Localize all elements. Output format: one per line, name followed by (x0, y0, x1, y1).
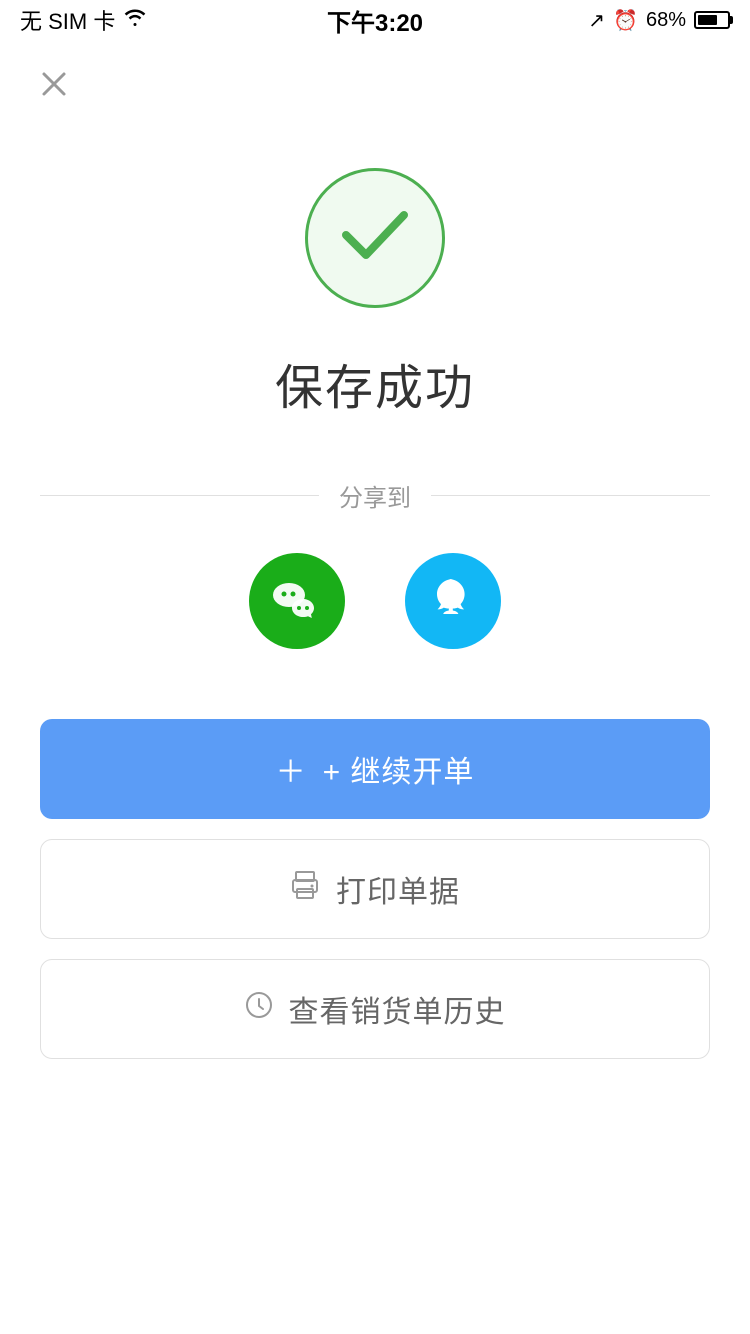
qq-icon (425, 573, 481, 629)
share-qq-button[interactable] (405, 553, 501, 649)
wechat-icon (267, 571, 327, 631)
print-label: 打印单据 (336, 867, 460, 911)
location-icon: ↗ (588, 8, 605, 33)
main-content: 保存成功 分享到 (0, 128, 750, 1334)
battery-percent: 68% (646, 9, 686, 32)
share-buttons (40, 553, 710, 649)
status-time: 下午3:20 (327, 3, 423, 38)
share-label: 分享到 (339, 478, 411, 513)
wifi-icon (123, 7, 147, 33)
history-label: 查看销货单历史 (289, 987, 506, 1031)
success-title: 保存成功 (275, 348, 475, 418)
nav-bar (0, 40, 750, 128)
share-wechat-button[interactable] (249, 553, 345, 649)
status-left: 无 SIM 卡 (20, 4, 147, 36)
carrier-text: 无 SIM 卡 (20, 4, 115, 36)
print-icon (290, 871, 320, 907)
print-button[interactable]: 打印单据 (40, 839, 710, 939)
status-bar: 无 SIM 卡 下午3:20 ↗ ⏰ 68% (0, 0, 750, 40)
action-buttons: ＋ + 继续开单 打印单据 查看销货单历 (40, 719, 710, 1059)
history-button[interactable]: 查看销货单历史 (40, 959, 710, 1059)
continue-order-button[interactable]: ＋ + 继续开单 (40, 719, 710, 819)
share-divider: 分享到 (40, 478, 710, 513)
close-button[interactable] (30, 60, 78, 108)
alarm-icon: ⏰ (613, 8, 638, 33)
continue-label: + 继续开单 (323, 747, 475, 791)
battery-icon (694, 11, 730, 29)
divider-right (431, 495, 710, 496)
checkmark-icon (340, 203, 410, 273)
success-icon-circle (305, 168, 445, 308)
share-section: 分享到 (40, 478, 710, 649)
continue-icon: ＋ (276, 747, 307, 791)
status-right: ↗ ⏰ 68% (588, 8, 730, 33)
history-icon (245, 991, 273, 1027)
divider-left (40, 495, 319, 496)
close-icon (38, 68, 70, 100)
